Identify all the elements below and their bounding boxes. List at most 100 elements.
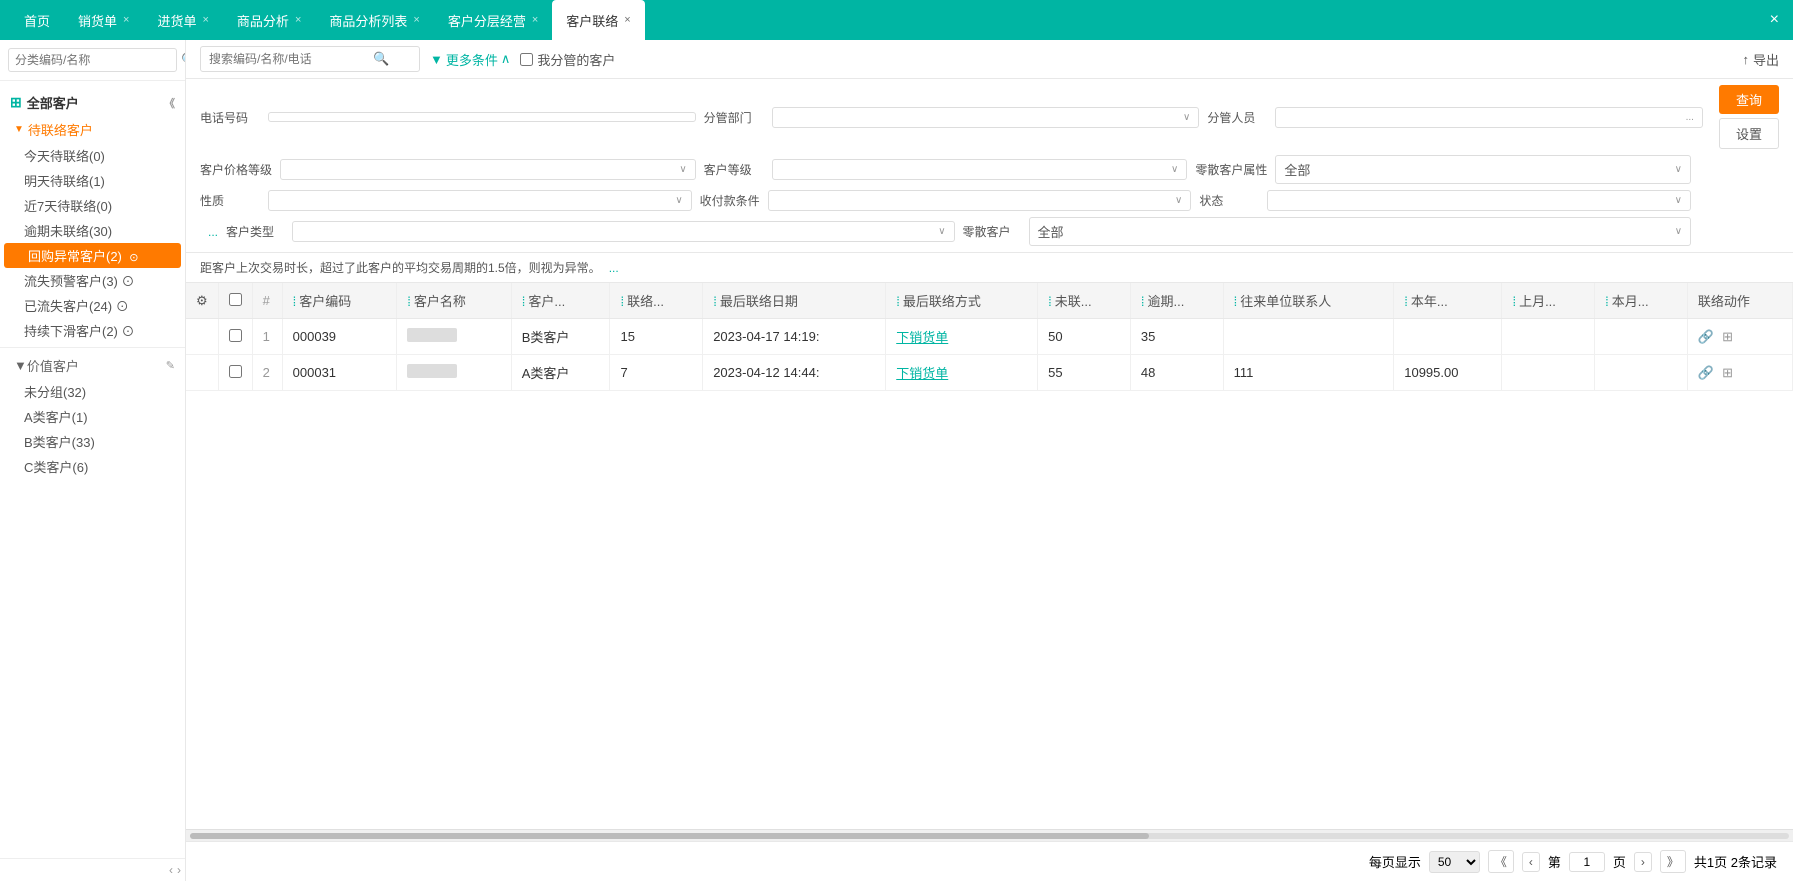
nav-product-analysis-close[interactable]: × [295, 14, 301, 26]
my-customer-checkbox[interactable] [520, 53, 533, 66]
customer-tier-arrow: ∨ [1171, 164, 1178, 175]
manager-select-field[interactable]: ... [1275, 107, 1703, 128]
col-settings[interactable]: ⚙ [186, 283, 218, 319]
nav-customer-tier[interactable]: 客户分层经营 × [434, 0, 552, 40]
row1-select[interactable] [229, 329, 242, 342]
row2-grid-icon[interactable]: ⊞ [1722, 365, 1733, 381]
filter-search-icon[interactable]: 🔍 [373, 51, 389, 67]
sidebar-item-today[interactable]: 今天待联络(0) [0, 143, 185, 168]
col-name: ⁞客户名称 [397, 283, 512, 319]
first-page-btn[interactable]: 《 [1488, 850, 1514, 873]
row1-link-icon[interactable]: 🔗 [1698, 329, 1714, 345]
row1-checkbox[interactable] [218, 319, 252, 355]
phone-label: 电话号码 [200, 109, 260, 126]
sidebar-item-ungrouped[interactable]: 未分组(32) [0, 379, 185, 404]
row1-grid-icon[interactable]: ⊞ [1722, 329, 1733, 345]
nav-purchase[interactable]: 进货单 × [143, 0, 222, 40]
edit-icon[interactable]: ✎ [166, 359, 175, 372]
tooltip-more[interactable]: ... [609, 261, 619, 275]
row1-contact: 15 [610, 319, 703, 355]
sidebar-all-customers[interactable]: ⊞ 全部客户 《 [0, 89, 185, 116]
horizontal-scrollbar[interactable] [186, 829, 1793, 841]
customer-type-arrow: ∨ [938, 226, 945, 237]
page-number-input[interactable] [1569, 852, 1605, 872]
nav-purchase-close[interactable]: × [202, 14, 208, 26]
row2-overdue: 48 [1130, 355, 1223, 391]
nav-product-analysis[interactable]: 商品分析 × [223, 0, 315, 40]
export-button[interactable]: ↑ 导出 [1742, 50, 1779, 69]
sidebar-pending-contact-group[interactable]: ▼ 待联络客户 [0, 116, 185, 143]
sidebar-item-churn-warning[interactable]: 流失预警客户(3) ⊙ [0, 268, 185, 293]
retail-attr-field[interactable]: 全部 ∨ [1275, 155, 1691, 184]
sidebar-item-repurchase-abnormal[interactable]: 回购异常客户(2) ⊙ [4, 243, 181, 268]
sidebar-item-churned[interactable]: 已流失客户(24) ⊙ [0, 293, 185, 318]
row2-link-icon[interactable]: 🔗 [1698, 365, 1714, 381]
next-page-btn[interactable]: › [1634, 852, 1652, 872]
last-page-btn[interactable]: 》 [1660, 850, 1686, 873]
row1-settings [186, 319, 218, 355]
query-button[interactable]: 查询 [1719, 85, 1779, 114]
filter-search-input[interactable] [209, 52, 369, 66]
payment-terms-field[interactable]: ∨ [768, 190, 1192, 211]
sidebar-value-customer-group[interactable]: ▼ 价值客户 ✎ [0, 352, 185, 379]
nav-product-analysis-list-close[interactable]: × [413, 14, 419, 26]
sidebar-item-overdue[interactable]: 逾期未联络(30) [0, 218, 185, 243]
row1-code: 000039 [282, 319, 397, 355]
nav-customer-contact[interactable]: 客户联络 × [552, 0, 644, 40]
col-checkbox[interactable] [218, 283, 252, 319]
nav-customer-tier-close[interactable]: × [532, 14, 538, 26]
more-filter-button[interactable]: ▼ 更多条件 ∧ [430, 50, 510, 69]
sidebar-search-input[interactable] [8, 48, 177, 72]
retail-attr-arrow: ∨ [1675, 164, 1682, 175]
hscroll-thumb[interactable] [190, 833, 1149, 839]
nature-field[interactable]: ∨ [268, 190, 692, 211]
sidebar-divider [0, 347, 185, 348]
status-label: 状态 [1199, 192, 1259, 209]
row2-unread: 55 [1038, 355, 1131, 391]
hscroll-track [190, 833, 1789, 839]
nav-sales-close[interactable]: × [123, 14, 129, 26]
sidebar-item-7days[interactable]: 近7天待联络(0) [0, 193, 185, 218]
sidebar-item-class-b[interactable]: B类客户(33) [0, 429, 185, 454]
row1-this-year [1394, 319, 1502, 355]
customer-type-field[interactable]: ∨ [292, 221, 955, 242]
table-wrapper: ⚙ # ⁞客户编码 ⁞客户名称 ⁞客户... ⁞联络... ⁞最后联络日期 ⁞最… [186, 283, 1793, 829]
nature-arrow: ∨ [675, 195, 682, 206]
row2-checkbox[interactable] [218, 355, 252, 391]
sidebar-item-declining[interactable]: 持续下滑客户(2) ⊙ [0, 318, 185, 343]
settings-icon[interactable]: ⚙ [196, 293, 208, 308]
row2-last-method[interactable]: 下销货单 [886, 355, 1038, 391]
sidebar-next-arrow[interactable]: › [177, 863, 181, 877]
payment-terms-label: 收付款条件 [700, 192, 760, 209]
sidebar-item-tomorrow[interactable]: 明天待联络(1) [0, 168, 185, 193]
sidebar-prev-arrow[interactable]: ‹ [169, 863, 173, 877]
status-field[interactable]: ∨ [1267, 190, 1691, 211]
sidebar-item-class-c[interactable]: C类客户(6) [0, 454, 185, 479]
row2-last-date: 2023-04-12 14:44: [703, 355, 886, 391]
nav-customer-contact-close[interactable]: × [624, 14, 630, 26]
nav-product-analysis-list[interactable]: 商品分析列表 × [315, 0, 433, 40]
sidebar-collapse-btn[interactable]: 《 [164, 95, 175, 111]
dept-label: 分管部门 [704, 109, 764, 126]
row1-type: B类客户 [511, 319, 610, 355]
nav-home[interactable]: 首页 [10, 0, 64, 40]
nav-sales[interactable]: 销货单 × [64, 0, 143, 40]
row2-select[interactable] [229, 365, 242, 378]
select-all-checkbox[interactable] [229, 293, 242, 306]
row1-last-method[interactable]: 下销货单 [886, 319, 1038, 355]
phone-input-field[interactable] [268, 112, 696, 122]
prev-page-btn[interactable]: ‹ [1522, 852, 1540, 872]
customer-tier-field[interactable]: ∨ [772, 159, 1188, 180]
sidebar-bottom: ‹ › [0, 858, 185, 881]
setting-button[interactable]: 设置 [1719, 118, 1779, 149]
per-page-select[interactable]: 50 20 100 [1429, 851, 1480, 873]
adv-more-button[interactable]: ... [208, 225, 218, 239]
row2-name [397, 355, 512, 391]
col-type: ⁞客户... [511, 283, 610, 319]
retail-customer-field[interactable]: 全部 ∨ [1029, 217, 1692, 246]
dept-select-field[interactable]: ∨ [772, 107, 1200, 128]
sidebar-search-area: 🔍 [0, 40, 185, 81]
close-all-tabs[interactable]: × [1770, 11, 1779, 29]
price-tier-field[interactable]: ∨ [280, 159, 696, 180]
sidebar-item-class-a[interactable]: A类客户(1) [0, 404, 185, 429]
